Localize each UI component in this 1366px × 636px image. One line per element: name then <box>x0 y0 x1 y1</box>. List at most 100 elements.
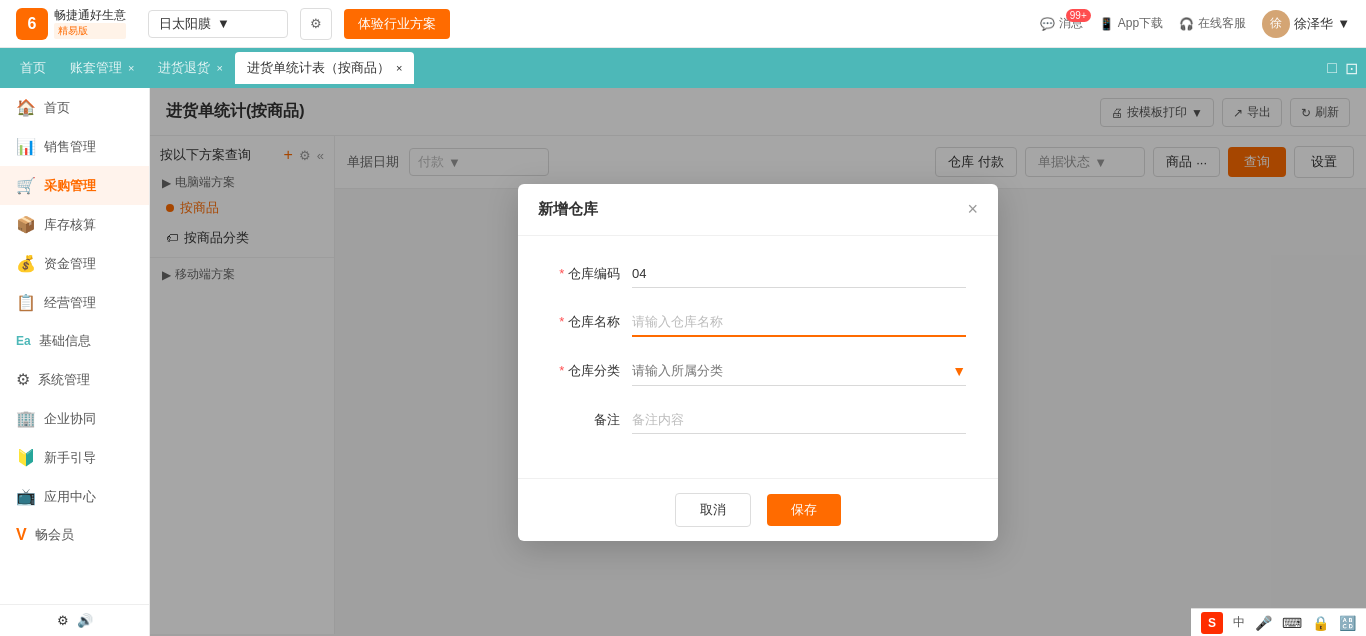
sidebar-operation-label: 经营管理 <box>44 294 96 312</box>
keyboard-icon[interactable]: ⌨ <box>1282 615 1302 631</box>
app-download-button[interactable]: 📱 App下载 <box>1099 15 1163 32</box>
header-right: 💬 消息 99+ 📱 App下载 🎧 在线客服 徐 徐泽华 ▼ <box>1040 10 1350 38</box>
sidebar-item-guide[interactable]: 🔰 新手引导 <box>0 438 149 477</box>
form-row-category: 仓库分类 ▼ <box>550 357 966 386</box>
sidebar-item-home[interactable]: 🏠 首页 <box>0 88 149 127</box>
sidebar-bottom: ⚙ 🔊 <box>0 604 149 636</box>
store-name: 日太阳膜 <box>159 15 211 33</box>
sidebar: 🏠 首页 📊 销售管理 🛒 采购管理 📦 库存核算 💰 资金管理 📋 经营管理 … <box>0 88 150 636</box>
content-area: 进货单统计(按商品) 🖨 按模板打印 ▼ ↗ 导出 ↻ 刷新 <box>150 88 1366 636</box>
message-button[interactable]: 💬 消息 99+ <box>1040 15 1083 32</box>
purchase-icon: 🛒 <box>16 176 36 195</box>
sidebar-item-operation[interactable]: 📋 经营管理 <box>0 283 149 322</box>
sidebar-guide-label: 新手引导 <box>44 449 96 467</box>
online-service-button[interactable]: 🎧 在线客服 <box>1179 15 1246 32</box>
sidebar-system-label: 系统管理 <box>38 371 90 389</box>
code-input[interactable] <box>632 260 966 288</box>
message-icon: 💬 <box>1040 17 1055 31</box>
zh-icon[interactable]: 中 <box>1233 614 1245 631</box>
sidebar-item-enterprise[interactable]: 🏢 企业协同 <box>0 399 149 438</box>
restore-window-button[interactable]: □ <box>1327 59 1337 78</box>
text-icon[interactable]: 🔠 <box>1339 615 1356 631</box>
sidebar-item-vip[interactable]: V 畅会员 <box>0 516 149 554</box>
sidebar-item-finance[interactable]: 💰 资金管理 <box>0 244 149 283</box>
lock-icon[interactable]: 🔒 <box>1312 615 1329 631</box>
avatar: 徐 <box>1262 10 1290 38</box>
vip-icon: V <box>16 526 27 544</box>
sidebar-sales-label: 销售管理 <box>44 138 96 156</box>
sidebar-item-purchase[interactable]: 🛒 采购管理 <box>0 166 149 205</box>
service-label: 在线客服 <box>1198 15 1246 32</box>
home-icon: 🏠 <box>16 98 36 117</box>
sidebar-purchase-label: 采购管理 <box>44 177 96 195</box>
operation-icon: 📋 <box>16 293 36 312</box>
save-button[interactable]: 保存 <box>767 494 841 526</box>
sidebar-settings-icon[interactable]: ⚙ <box>57 613 69 628</box>
remark-input[interactable] <box>632 406 966 434</box>
form-row-remark: 备注 <box>550 406 966 434</box>
name-label: 仓库名称 <box>550 313 620 331</box>
top-header: 6 畅捷通好生意 精易版 日太阳膜 ▼ ⚙ 体验行业方案 💬 消息 99+ 📱 … <box>0 0 1366 48</box>
remark-label: 备注 <box>550 411 620 429</box>
user-name: 徐泽华 <box>1294 15 1333 33</box>
modal-header: 新增仓库 × <box>518 184 998 236</box>
sidebar-home-label: 首页 <box>44 99 70 117</box>
sidebar-item-basic[interactable]: Ea 基础信息 <box>0 322 149 360</box>
sales-icon: 📊 <box>16 137 36 156</box>
user-menu[interactable]: 徐 徐泽华 ▼ <box>1262 10 1350 38</box>
enterprise-icon: 🏢 <box>16 409 36 428</box>
tab-home[interactable]: 首页 <box>8 52 58 84</box>
tab-purchase-stats-close[interactable]: × <box>396 62 402 74</box>
category-select[interactable]: ▼ <box>632 357 966 386</box>
sidebar-item-apps[interactable]: 📺 应用中心 <box>0 477 149 516</box>
sidebar-basic-label: 基础信息 <box>39 332 91 350</box>
category-input[interactable] <box>632 363 952 378</box>
tab-purchase-return-close[interactable]: × <box>216 62 222 74</box>
user-dropdown-icon: ▼ <box>1337 16 1350 31</box>
tab-purchase-stats-label: 进货单统计表（按商品） <box>247 59 390 77</box>
tab-home-label: 首页 <box>20 59 46 77</box>
inventory-icon: 📦 <box>16 215 36 234</box>
store-dropdown-icon: ▼ <box>217 16 230 31</box>
tab-accounts-close[interactable]: × <box>128 62 134 74</box>
modal-close-button[interactable]: × <box>967 200 978 218</box>
sidebar-item-sales[interactable]: 📊 销售管理 <box>0 127 149 166</box>
s-logo: S <box>1201 612 1223 634</box>
new-warehouse-modal: 新增仓库 × 仓库编码 仓库名称 仓库分类 <box>518 184 998 541</box>
bottom-taskbar: S 中 🎤 ⌨ 🔒 🔠 <box>1191 608 1366 636</box>
logo-name: 畅捷通好生意 <box>54 8 126 24</box>
modal-body: 仓库编码 仓库名称 仓库分类 ▼ <box>518 236 998 478</box>
tab-purchase-stats[interactable]: 进货单统计表（按商品） × <box>235 52 414 84</box>
guide-icon: 🔰 <box>16 448 36 467</box>
app-icon: 📱 <box>1099 17 1114 31</box>
sidebar-volume-icon[interactable]: 🔊 <box>77 613 93 628</box>
sidebar-enterprise-label: 企业协同 <box>44 410 96 428</box>
main-layout: 🏠 首页 📊 销售管理 🛒 采购管理 📦 库存核算 💰 资金管理 📋 经营管理 … <box>0 88 1366 636</box>
tab-purchase-return[interactable]: 进货退货 × <box>146 52 234 84</box>
logo-version: 精易版 <box>54 23 126 39</box>
modal-title: 新增仓库 <box>538 200 598 219</box>
sidebar-item-system[interactable]: ⚙ 系统管理 <box>0 360 149 399</box>
gear-icon: ⚙ <box>310 16 322 31</box>
tab-accounts[interactable]: 账套管理 × <box>58 52 146 84</box>
modal-overlay[interactable]: 新增仓库 × 仓库编码 仓库名称 仓库分类 <box>150 88 1366 636</box>
logo-text-block: 畅捷通好生意 精易版 <box>54 8 126 40</box>
sidebar-inventory-label: 库存核算 <box>44 216 96 234</box>
tab-accounts-label: 账套管理 <box>70 59 122 77</box>
sidebar-item-inventory[interactable]: 📦 库存核算 <box>0 205 149 244</box>
logo-area: 6 畅捷通好生意 精易版 <box>16 8 136 40</box>
trial-button[interactable]: 体验行业方案 <box>344 9 450 39</box>
sidebar-apps-label: 应用中心 <box>44 488 96 506</box>
sidebar-finance-label: 资金管理 <box>44 255 96 273</box>
expand-window-button[interactable]: ⊡ <box>1345 59 1358 78</box>
name-input[interactable] <box>632 308 966 337</box>
mic-icon[interactable]: 🎤 <box>1255 615 1272 631</box>
category-label: 仓库分类 <box>550 362 620 380</box>
basic-icon: Ea <box>16 334 31 348</box>
store-selector[interactable]: 日太阳膜 ▼ <box>148 10 288 38</box>
settings-button[interactable]: ⚙ <box>300 8 332 40</box>
tab-bar: 首页 账套管理 × 进货退货 × 进货单统计表（按商品） × □ ⊡ <box>0 48 1366 88</box>
modal-footer: 取消 保存 <box>518 478 998 541</box>
cancel-button[interactable]: 取消 <box>675 493 751 527</box>
message-badge: 99+ <box>1066 9 1091 22</box>
